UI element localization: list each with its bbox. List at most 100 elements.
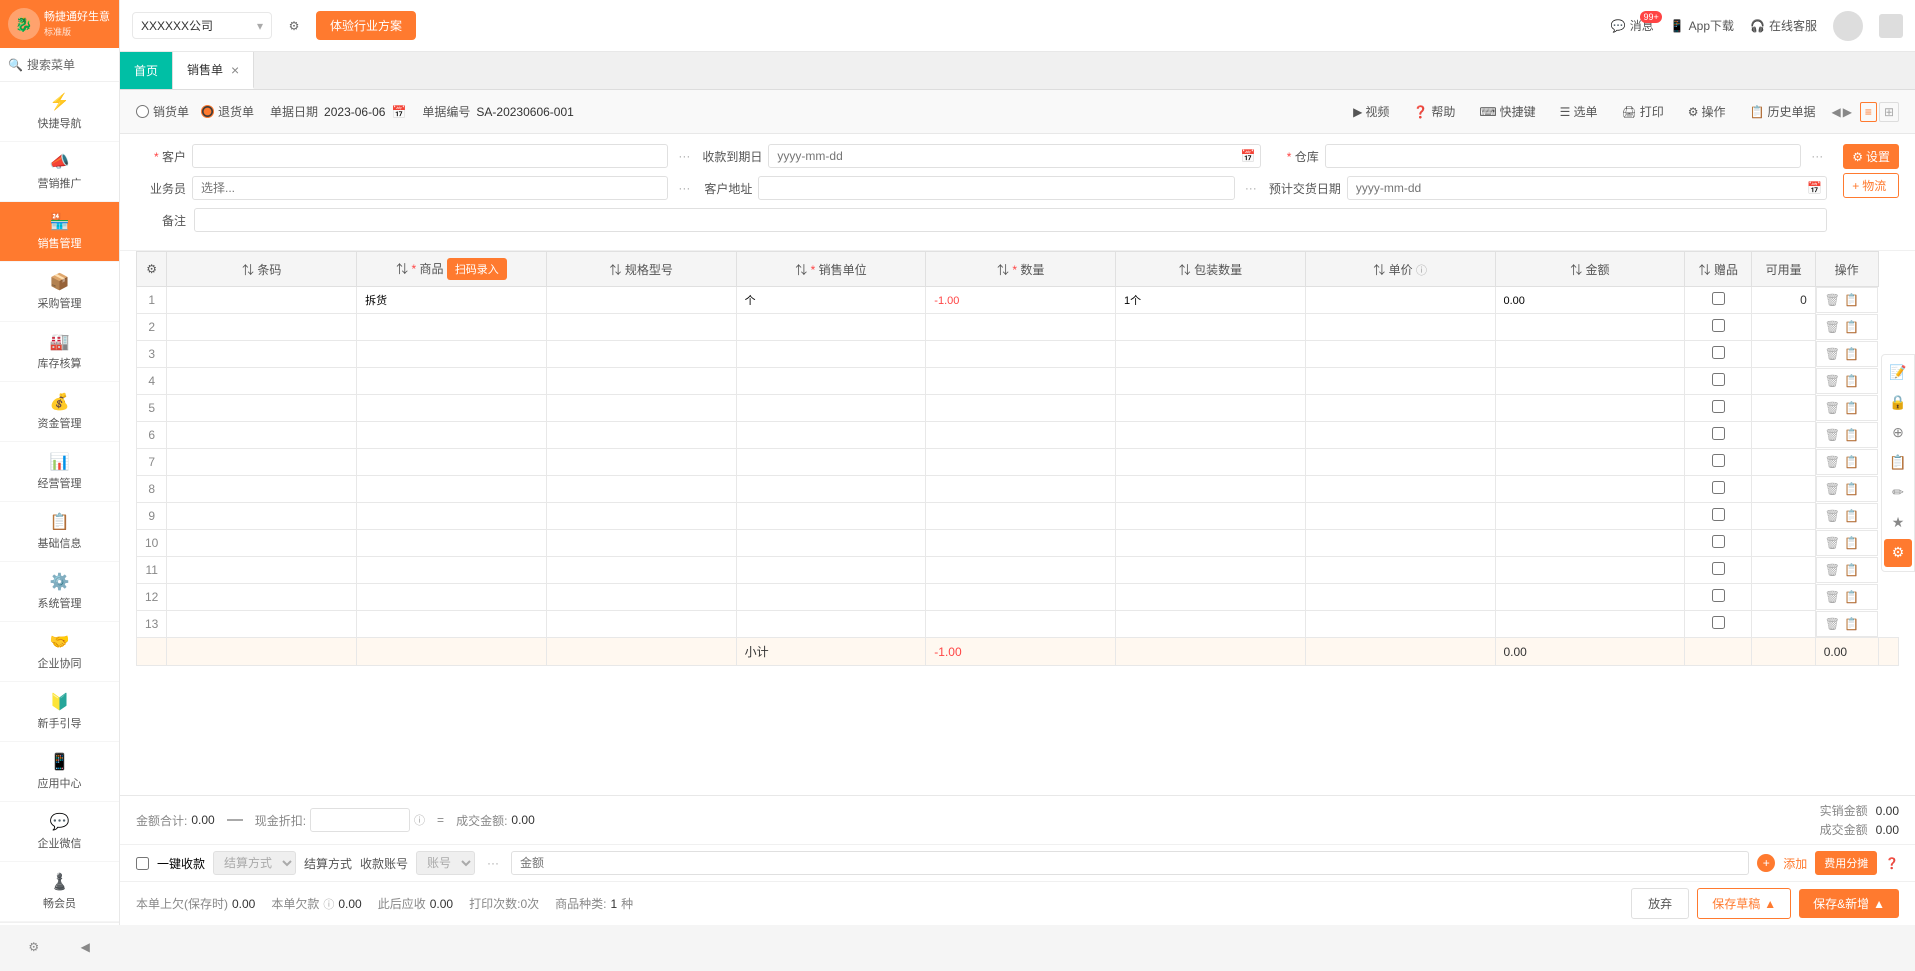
row-qty[interactable] [926,530,1116,557]
row-qty[interactable] [926,368,1116,395]
row-spec[interactable] [546,584,736,611]
right-tool-star[interactable]: ★ [1884,509,1912,537]
row-gift[interactable] [1685,395,1752,422]
row-unit[interactable] [736,449,926,476]
delete-icon[interactable]: 🗑 [1825,455,1840,469]
onestep-checkbox[interactable] [136,857,149,870]
return-radio[interactable]: 退货单 [201,103,254,120]
method-select[interactable]: 结算方式 [213,851,296,875]
row-unit[interactable] [736,422,926,449]
row-pack-qty[interactable] [1116,314,1306,341]
right-tool-clipboard[interactable]: 📋 [1884,449,1912,477]
row-barcode[interactable] [167,449,357,476]
row-barcode[interactable] [167,530,357,557]
row-pack-qty[interactable] [1116,557,1306,584]
delete-icon[interactable]: 🗑 [1825,293,1840,307]
row-pack-qty[interactable] [1116,503,1306,530]
row-spec[interactable] [546,314,736,341]
sidebar-settings-btn[interactable]: ⚙ [20,933,48,961]
row-amount[interactable] [1495,395,1685,422]
sidebar-item-system[interactable]: ⚙️ 系统管理 [0,562,119,622]
row-spec[interactable] [546,557,736,584]
sort-icon[interactable]: ⇅ [1179,263,1191,277]
row-pack-qty[interactable] [1116,530,1306,557]
prev-arrow-icon[interactable]: ◀ [1831,105,1840,119]
row-price[interactable] [1305,449,1495,476]
row-unit[interactable] [736,287,926,314]
next-arrow-icon[interactable]: ▶ [1843,105,1852,119]
row-spec[interactable] [546,368,736,395]
delete-icon[interactable]: 🗑 [1825,509,1840,523]
copy-icon[interactable]: 📋 [1844,536,1859,550]
right-tool-notes[interactable]: 📝 [1884,359,1912,387]
sidebar-item-wechat[interactable]: 💬 企业微信 [0,802,119,862]
row-unit[interactable] [736,476,926,503]
col-settings[interactable]: ⚙ [137,252,167,287]
calendar-icon[interactable]: 📅 [391,105,406,119]
row-price[interactable] [1305,287,1495,314]
row-unit[interactable] [736,557,926,584]
save-draft-button[interactable]: 保存草稿 ▲ [1697,888,1791,919]
sort-icon[interactable]: ⇅ [242,263,254,277]
row-product[interactable] [357,611,547,638]
expense-info-icon[interactable]: ❓ [1885,857,1899,870]
customer-input[interactable] [192,144,668,168]
customer-address-input[interactable] [758,176,1234,200]
row-amount[interactable] [1495,503,1685,530]
row-qty[interactable] [926,422,1116,449]
tab-sales-order[interactable]: 销售单 × [173,52,254,89]
row-gift[interactable] [1685,476,1752,503]
sort-icon[interactable]: ⇅ [1699,263,1711,277]
copy-icon[interactable]: 📋 [1844,347,1859,361]
row-gift[interactable] [1685,584,1752,611]
row-unit[interactable] [736,368,926,395]
row-pack-qty[interactable] [1116,422,1306,449]
copy-icon[interactable]: 📋 [1844,455,1859,469]
row-barcode[interactable] [167,422,357,449]
row-unit[interactable] [736,395,926,422]
sort-icon[interactable]: ⇅ [997,263,1009,277]
row-barcode[interactable] [167,368,357,395]
row-pack-qty[interactable] [1116,395,1306,422]
company-selector[interactable]: XXXXXX公司 ▾ [132,12,272,39]
row-amount[interactable] [1495,476,1685,503]
customer-dots-btn[interactable]: ··· [674,149,694,163]
sort-icon[interactable]: ⇅ [1373,263,1385,277]
delete-icon[interactable]: 🗑 [1825,482,1840,496]
flow-button[interactable]: + 物流 [1843,173,1899,198]
copy-icon[interactable]: 📋 [1844,482,1859,496]
copy-icon[interactable]: 📋 [1844,374,1859,388]
salesperson-dots-btn[interactable]: ··· [674,181,694,195]
settings-button[interactable]: ⚙ 设置 [1843,144,1899,169]
row-product[interactable] [357,368,547,395]
price-info-icon[interactable]: ⓘ [1416,265,1427,277]
action-history[interactable]: 📋 历史单据 [1741,100,1823,123]
action-help[interactable]: ❓ 帮助 [1405,100,1463,123]
action-print[interactable]: 🖨 打印 [1613,100,1671,123]
row-qty[interactable] [926,287,1116,314]
warehouse-input[interactable]: 建材仓 [1325,144,1801,168]
row-gift[interactable] [1685,287,1752,314]
user-menu-btn[interactable] [1879,14,1903,38]
action-operate[interactable]: ⚙ 操作 [1680,100,1734,123]
delete-icon[interactable]: 🗑 [1825,536,1840,550]
right-tool-orange[interactable]: ⚙ [1884,539,1912,567]
row-barcode[interactable] [167,395,357,422]
right-tool-lock[interactable]: 🔒 [1884,389,1912,417]
delete-icon[interactable]: 🗑 [1825,374,1840,388]
sidebar-item-member[interactable]: ♟️ 畅会员 [0,862,119,922]
sidebar-item-basic[interactable]: 📋 基础信息 [0,502,119,562]
row-qty[interactable] [926,314,1116,341]
row-qty[interactable] [926,557,1116,584]
copy-icon[interactable]: 📋 [1844,617,1859,631]
delete-icon[interactable]: 🗑 [1825,428,1840,442]
grid-view-icon[interactable]: ⊞ [1879,102,1899,122]
row-spec[interactable] [546,611,736,638]
row-spec[interactable] [546,395,736,422]
row-unit[interactable] [736,611,926,638]
sidebar-item-inventory[interactable]: 🏭 库存核算 [0,322,119,382]
row-product[interactable] [357,341,547,368]
row-unit[interactable] [736,584,926,611]
row-price[interactable] [1305,341,1495,368]
row-gift[interactable] [1685,449,1752,476]
